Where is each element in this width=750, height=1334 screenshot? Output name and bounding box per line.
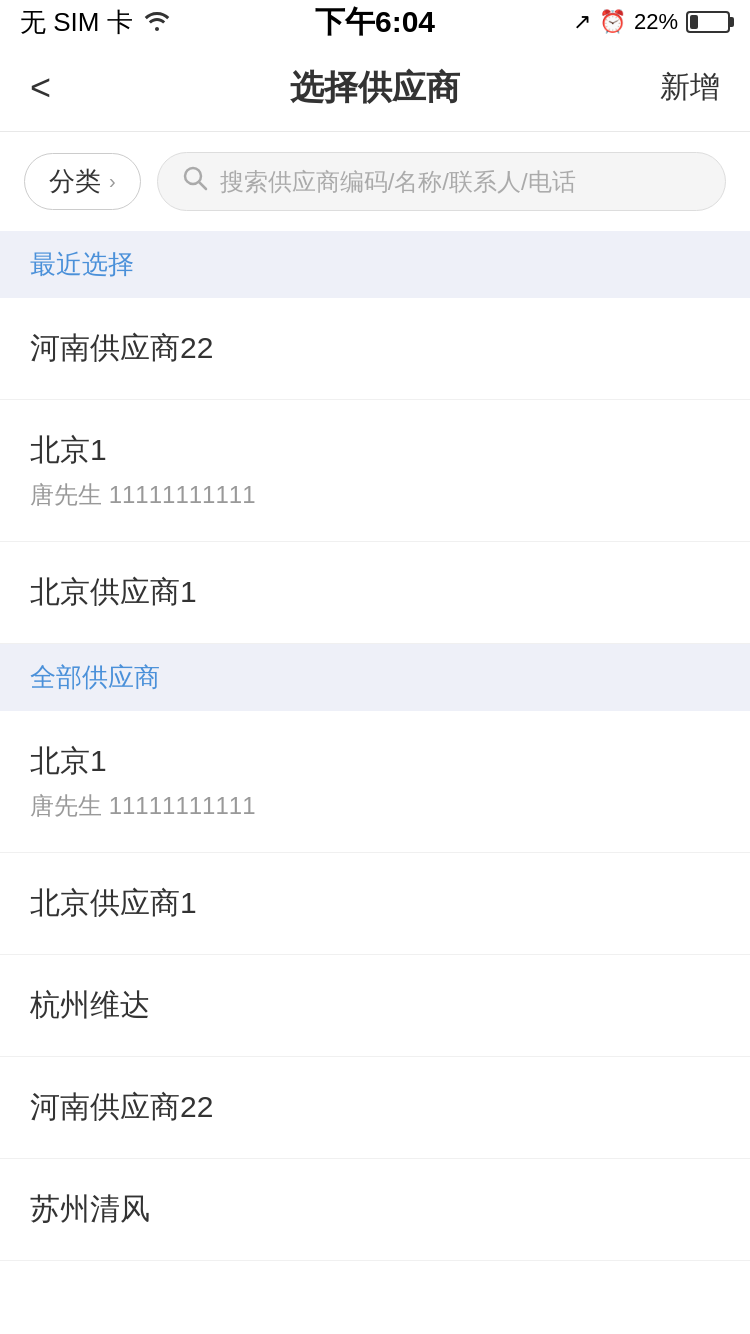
wifi-icon	[143, 7, 171, 38]
item-name: 河南供应商22	[30, 1087, 720, 1128]
battery-fill	[690, 15, 698, 29]
recent-section-header: 最近选择	[0, 231, 750, 298]
chevron-right-icon: ›	[109, 170, 116, 193]
search-placeholder: 搜索供应商编码/名称/联系人/电话	[220, 166, 576, 198]
filter-bar: 分类 › 搜索供应商编码/名称/联系人/电话	[0, 132, 750, 231]
item-name: 北京供应商1	[30, 572, 720, 613]
status-right: ↗ ⏰ 22%	[573, 9, 730, 35]
recent-items-list: 河南供应商22 北京1 唐先生 11111111111 北京供应商1	[0, 298, 750, 644]
all-section-title: 全部供应商	[30, 662, 160, 692]
alarm-icon: ⏰	[599, 9, 626, 35]
all-section-header: 全部供应商	[0, 644, 750, 711]
item-name: 北京1	[30, 741, 720, 782]
svg-line-1	[199, 182, 206, 189]
category-filter-button[interactable]: 分类 ›	[24, 153, 141, 210]
status-bar: 无 SIM 卡 下午6:04 ↗ ⏰ 22%	[0, 0, 750, 44]
add-new-button[interactable]: 新增	[660, 67, 720, 108]
item-sub: 唐先生 11111111111	[30, 790, 720, 822]
time-display: 下午6:04	[315, 2, 435, 43]
back-button[interactable]: <	[30, 67, 90, 109]
list-item[interactable]: 北京1 唐先生 11111111111	[0, 711, 750, 853]
item-name: 北京1	[30, 430, 720, 471]
battery-percentage: 22%	[634, 9, 678, 35]
item-name: 河南供应商22	[30, 328, 720, 369]
list-item[interactable]: 河南供应商22	[0, 298, 750, 400]
search-icon	[182, 165, 208, 198]
nav-bar: < 选择供应商 新增	[0, 44, 750, 132]
list-item[interactable]: 北京1 唐先生 11111111111	[0, 400, 750, 542]
list-item[interactable]: 北京供应商1	[0, 853, 750, 955]
item-name: 杭州维达	[30, 985, 720, 1026]
location-icon: ↗	[573, 9, 591, 35]
search-box[interactable]: 搜索供应商编码/名称/联系人/电话	[157, 152, 726, 211]
item-name: 北京供应商1	[30, 883, 720, 924]
item-name: 苏州清风	[30, 1189, 720, 1230]
item-sub: 唐先生 11111111111	[30, 479, 720, 511]
list-item[interactable]: 河南供应商22	[0, 1057, 750, 1159]
battery-icon	[686, 11, 730, 33]
category-label: 分类	[49, 164, 101, 199]
recent-section-title: 最近选择	[30, 249, 134, 279]
page-title: 选择供应商	[290, 65, 460, 111]
carrier-text: 无 SIM 卡	[20, 5, 133, 40]
status-left: 无 SIM 卡	[20, 5, 171, 40]
all-items-list: 北京1 唐先生 11111111111 北京供应商1 杭州维达河南供应商22 苏州清风	[0, 711, 750, 1261]
list-item[interactable]: 杭州维达	[0, 955, 750, 1057]
list-item[interactable]: 苏州清风	[0, 1159, 750, 1261]
list-item[interactable]: 北京供应商1	[0, 542, 750, 644]
